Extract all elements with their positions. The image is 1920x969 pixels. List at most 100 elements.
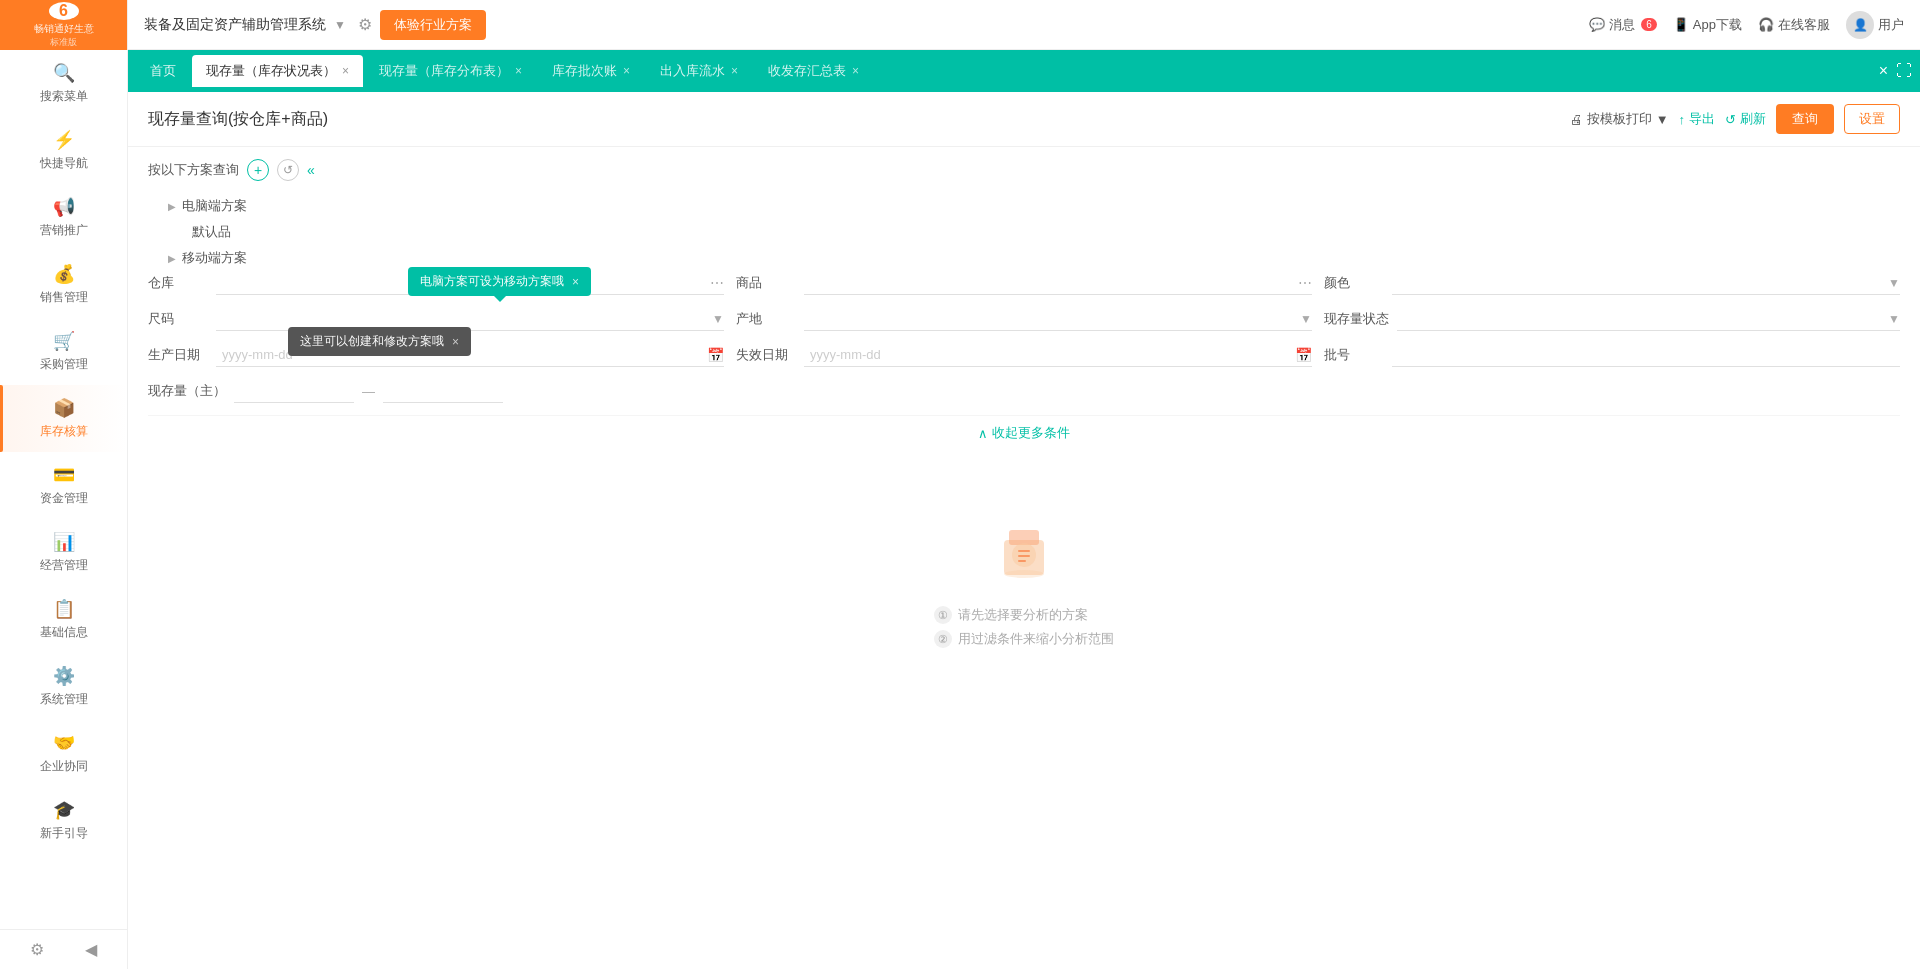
- sub-scheme-item-default[interactable]: 默认品: [192, 219, 1880, 245]
- sidebar-item-inventory[interactable]: 📦 库存核算: [0, 385, 127, 452]
- sidebar-icon-sales: 💰: [53, 263, 75, 285]
- trial-button[interactable]: 体验行业方案: [380, 10, 486, 40]
- goods-dots-icon[interactable]: ⋯: [1298, 275, 1312, 291]
- filter-form: 仓库 ⋯ 商品 ⋯ 颜色 ▼: [128, 271, 1920, 450]
- tab-stock-collect-close[interactable]: ×: [852, 64, 859, 78]
- color-input[interactable]: [1392, 271, 1888, 294]
- print-dropdown-icon: ▼: [1656, 112, 1669, 127]
- prod-date-calendar-icon[interactable]: 📅: [707, 347, 724, 363]
- origin-dropdown-icon[interactable]: ▼: [1300, 312, 1312, 326]
- print-icon: 🖨: [1570, 112, 1583, 127]
- sidebar-icon-system: ⚙️: [53, 665, 75, 687]
- stock-qty-min-input[interactable]: [234, 379, 354, 403]
- tab-close-all-btn[interactable]: ×: [1879, 62, 1888, 80]
- exp-date-calendar-icon[interactable]: 📅: [1295, 347, 1312, 363]
- app-download-item[interactable]: 📱 App下载: [1673, 16, 1742, 34]
- filter-add-btn[interactable]: +: [247, 159, 269, 181]
- user-item[interactable]: 👤 用户: [1846, 11, 1904, 39]
- query-btn[interactable]: 查询: [1776, 104, 1834, 134]
- tab-home-label: 首页: [150, 62, 176, 80]
- scheme-pc-label: 电脑端方案: [182, 197, 247, 215]
- messages-badge: 6: [1641, 18, 1657, 31]
- sidebar-icon-purchase: 🛒: [53, 330, 75, 352]
- sidebar-logo: 6 畅销通好生意 标准版: [0, 0, 127, 50]
- sidebar-icon-operation: 📊: [53, 531, 75, 553]
- settings-btn[interactable]: 设置: [1844, 104, 1900, 134]
- header-system-title: 装备及固定资产辅助管理系统: [144, 16, 326, 34]
- scheme-item-pc[interactable]: ▶ 电脑端方案: [168, 193, 1880, 219]
- sidebar-item-purchase[interactable]: 🛒 采购管理: [0, 318, 127, 385]
- tab-stock-batch-close[interactable]: ×: [623, 64, 630, 78]
- batch-label: 批号: [1324, 346, 1384, 364]
- collapse-btn[interactable]: ∧ 收起更多条件: [978, 424, 1070, 442]
- tip-text-1: 请先选择要分析的方案: [958, 606, 1088, 624]
- stock-status-dropdown-icon[interactable]: ▼: [1888, 312, 1900, 326]
- filter-back-btn[interactable]: «: [307, 162, 315, 178]
- refresh-btn[interactable]: ↺ 刷新: [1725, 110, 1766, 128]
- sidebar-item-base[interactable]: 📋 基础信息: [0, 586, 127, 653]
- print-btn[interactable]: 🖨 按模板打印 ▼: [1570, 110, 1669, 128]
- tab-stock-batch[interactable]: 库存批次账 ×: [538, 55, 644, 87]
- sidebar-item-guide[interactable]: 🎓 新手引导: [0, 787, 127, 854]
- stock-status-input[interactable]: [1397, 307, 1888, 330]
- sidebar-item-marketing[interactable]: 📢 营销推广: [0, 184, 127, 251]
- tab-stock-status-close[interactable]: ×: [342, 64, 349, 78]
- sidebar-bottom: ⚙ ◀: [0, 929, 127, 969]
- stock-qty-label: 现存量（主）: [148, 382, 226, 400]
- batch-input[interactable]: [1392, 343, 1900, 367]
- origin-input[interactable]: [804, 307, 1300, 330]
- svg-rect-1: [1009, 530, 1039, 545]
- sidebar-nav: 🔍 搜索菜单 ⚡ 快捷导航 📢 营销推广 💰 销售管理 🛒 采购管理 📦 库存核…: [0, 50, 127, 929]
- sidebar-item-sales[interactable]: 💰 销售管理: [0, 251, 127, 318]
- collapse-sidebar-icon[interactable]: ◀: [85, 940, 97, 959]
- sidebar-item-enterprise[interactable]: 🤝 企业协同: [0, 720, 127, 787]
- tab-stock-dist-label: 现存量（库存分布表）: [379, 62, 509, 80]
- color-dropdown-icon[interactable]: ▼: [1888, 276, 1900, 290]
- tab-home[interactable]: 首页: [136, 55, 190, 87]
- stock-qty-max-input[interactable]: [383, 379, 503, 403]
- empty-state: ① 请先选择要分析的方案 ② 用过滤条件来缩小分析范围: [128, 450, 1920, 714]
- warehouse-dots-icon[interactable]: ⋯: [710, 275, 724, 291]
- header-settings-icon[interactable]: ⚙: [358, 15, 372, 34]
- sidebar-label-nav: 快捷导航: [40, 155, 88, 172]
- stock-qty-separator: —: [362, 384, 375, 399]
- goods-input[interactable]: [804, 271, 1298, 294]
- tab-stock-dist-close[interactable]: ×: [515, 64, 522, 78]
- add-tooltip-close[interactable]: ×: [572, 275, 579, 289]
- edit-tooltip-close[interactable]: ×: [452, 335, 459, 349]
- online-support-item[interactable]: 🎧 在线客服: [1758, 16, 1830, 34]
- header-dropdown-icon[interactable]: ▼: [334, 18, 346, 32]
- sidebar-item-finance[interactable]: 💳 资金管理: [0, 452, 127, 519]
- tab-stock-dist[interactable]: 现存量（库存分布表） ×: [365, 55, 536, 87]
- filter-field-batch: 批号: [1324, 343, 1900, 367]
- sidebar-item-search[interactable]: 🔍 搜索菜单: [0, 50, 127, 117]
- sidebar-icon-inventory: 📦: [53, 397, 75, 419]
- size-dropdown-icon[interactable]: ▼: [712, 312, 724, 326]
- export-label: 导出: [1689, 110, 1715, 128]
- svg-rect-5: [1018, 560, 1026, 562]
- sidebar-label-guide: 新手引导: [40, 825, 88, 842]
- filter-refresh-btn[interactable]: ↺: [277, 159, 299, 181]
- sidebar-item-system[interactable]: ⚙️ 系统管理: [0, 653, 127, 720]
- tabs-actions: × ⛶: [1879, 62, 1912, 80]
- tab-fullscreen-btn[interactable]: ⛶: [1896, 62, 1912, 80]
- filter-row-4: 现存量（主） —: [148, 379, 1900, 403]
- online-support-icon: 🎧: [1758, 17, 1774, 32]
- tab-stock-collect[interactable]: 收发存汇总表 ×: [754, 55, 873, 87]
- scheme-list: ▶ 电脑端方案 这里可以创建和修改方案哦 × 默认品 ▶ 移动端方案: [148, 193, 1900, 271]
- tab-stock-flow[interactable]: 出入库流水 ×: [646, 55, 752, 87]
- messages-label: 消息: [1609, 16, 1635, 34]
- collapse-arrow-icon: ∧: [978, 426, 988, 441]
- sidebar-item-operation[interactable]: 📊 经营管理: [0, 519, 127, 586]
- sidebar-label-purchase: 采购管理: [40, 356, 88, 373]
- refresh-icon: ↺: [1725, 112, 1736, 127]
- sidebar-item-nav[interactable]: ⚡ 快捷导航: [0, 117, 127, 184]
- tab-stock-status[interactable]: 现存量（库存状况表） ×: [192, 55, 363, 87]
- export-btn[interactable]: ↑ 导出: [1679, 110, 1716, 128]
- exp-date-input[interactable]: [804, 343, 1295, 366]
- exp-date-wrap: 📅: [804, 343, 1312, 367]
- sidebar-icon-guide: 🎓: [53, 799, 75, 821]
- messages-item[interactable]: 💬 消息 6: [1589, 16, 1657, 34]
- tab-stock-flow-close[interactable]: ×: [731, 64, 738, 78]
- settings-bottom-icon[interactable]: ⚙: [30, 940, 44, 959]
